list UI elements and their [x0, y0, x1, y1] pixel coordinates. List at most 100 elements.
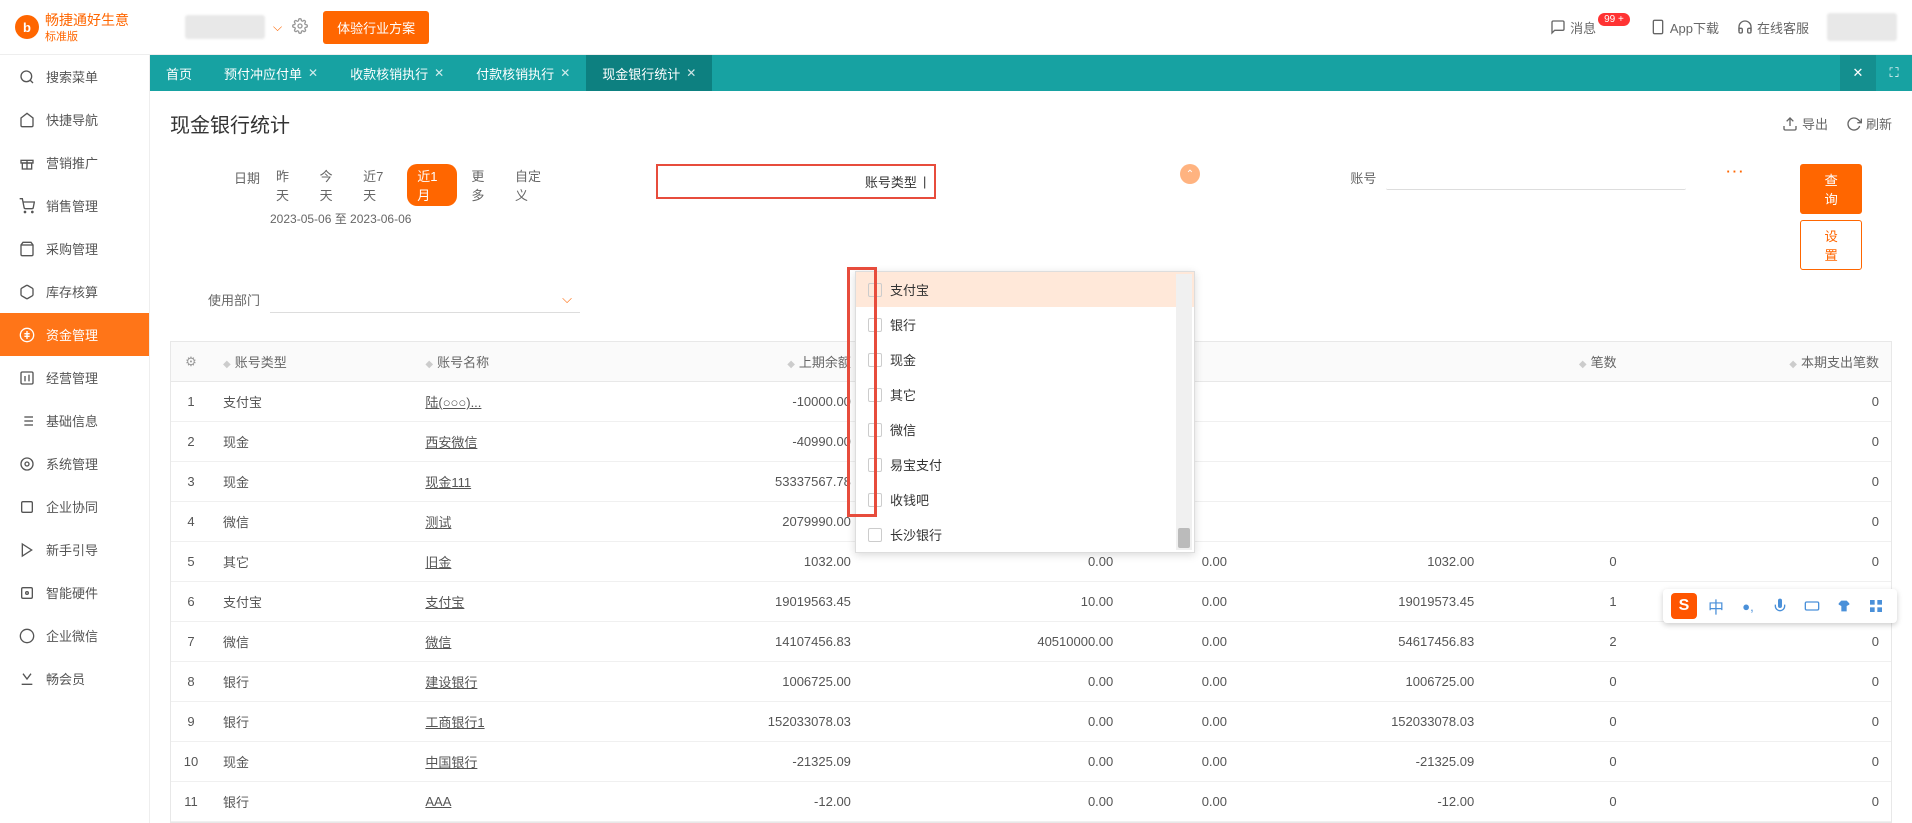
checkbox[interactable] [868, 458, 882, 472]
tab-close-icon[interactable]: ✕ [308, 66, 318, 80]
tab[interactable]: 收款核销执行✕ [334, 55, 460, 91]
account-link[interactable]: 支付宝 [425, 595, 464, 610]
dropdown-scrollbar[interactable] [1176, 274, 1192, 550]
date-option[interactable]: 昨天 [270, 164, 306, 206]
date-option[interactable]: 自定义 [509, 164, 556, 206]
sidebar-item-gear[interactable]: 系统管理 [0, 442, 149, 485]
tab-close-icon[interactable]: ✕ [434, 66, 444, 80]
account-link[interactable]: AAA [425, 794, 451, 809]
column-header[interactable]: ◆笔数 [1486, 342, 1628, 382]
dropdown-option[interactable]: 其它 [856, 377, 1194, 412]
settings-button[interactable]: 设置 [1800, 220, 1862, 270]
tab-close-icon[interactable]: ✕ [560, 66, 570, 80]
sidebar-item-money[interactable]: 资金管理 [0, 313, 149, 356]
sidebar-item-search[interactable]: 搜索菜单 [0, 55, 149, 98]
search-button[interactable]: 查询 [1800, 164, 1862, 214]
sidebar-item-guide[interactable]: 新手引导 [0, 528, 149, 571]
tab[interactable]: 首页 [150, 55, 208, 91]
ime-mic-icon[interactable] [1767, 593, 1793, 619]
account-link[interactable]: 工商银行1 [425, 715, 484, 730]
checkbox[interactable] [868, 528, 882, 542]
app-download-link[interactable]: App下载 [1650, 18, 1719, 37]
ime-skin-icon[interactable] [1831, 593, 1857, 619]
account-link[interactable]: 微信 [425, 635, 451, 650]
ime-lang-toggle[interactable]: 中 [1703, 593, 1729, 619]
dropdown-option[interactable]: 微信 [856, 412, 1194, 447]
dropdown-option[interactable]: 银行 [856, 307, 1194, 342]
sidebar-item-vip[interactable]: 畅会员 [0, 657, 149, 700]
export-button[interactable]: 导出 [1782, 114, 1828, 133]
date-option[interactable]: 近7天 [357, 164, 399, 206]
tab[interactable]: 现金银行统计✕ [586, 55, 712, 91]
date-option[interactable]: 今天 [314, 164, 350, 206]
table-row: 9银行工商银行1152033078.030.000.00152033078.03… [171, 702, 1891, 742]
tab[interactable]: 付款核销执行✕ [460, 55, 586, 91]
trial-button[interactable]: 体验行业方案 [323, 11, 429, 44]
table-row: 7微信微信14107456.8340510000.000.0054617456.… [171, 622, 1891, 662]
account-input[interactable] [1386, 164, 1686, 190]
scrollbar-thumb[interactable] [1178, 528, 1190, 548]
user-avatar-blurred[interactable] [1827, 13, 1897, 41]
sidebar-item-device[interactable]: 智能硬件 [0, 571, 149, 614]
checkbox[interactable] [868, 493, 882, 507]
dropdown-option[interactable]: 易宝支付 [856, 447, 1194, 482]
sidebar-item-bag[interactable]: 采购管理 [0, 227, 149, 270]
account-link[interactable]: 现金111 [425, 475, 471, 490]
sidebar-item-box[interactable]: 库存核算 [0, 270, 149, 313]
column-header[interactable]: ◆上期余额 [616, 342, 863, 382]
sidebar-item-label: 采购管理 [46, 239, 98, 258]
account-link[interactable]: 测试 [425, 515, 451, 530]
refresh-button[interactable]: 刷新 [1846, 114, 1892, 133]
tab[interactable]: 预付冲应付单✕ [208, 55, 334, 91]
fullscreen-button[interactable]: ⛶ [1876, 55, 1912, 91]
dept-select[interactable]: ⌵ [270, 286, 580, 313]
checkbox[interactable] [868, 423, 882, 437]
sidebar-item-wechat[interactable]: 企业微信 [0, 614, 149, 657]
dropdown-option[interactable]: 收钱吧 [856, 482, 1194, 517]
dropdown-option[interactable]: 支付宝 [856, 272, 1194, 307]
tab-close-icon[interactable]: ✕ [686, 66, 696, 80]
date-option[interactable]: 更多 [465, 164, 501, 206]
column-header[interactable]: ◆账号类型 [211, 342, 413, 382]
settings-icon[interactable] [292, 18, 308, 37]
sidebar: 搜索菜单快捷导航营销推广销售管理采购管理库存核算资金管理经营管理基础信息系统管理… [0, 55, 150, 823]
cell-out: 0 [1629, 542, 1891, 582]
messages-link[interactable]: 消息 99 + [1550, 18, 1632, 37]
column-header[interactable] [1239, 342, 1486, 382]
checkbox[interactable] [868, 318, 882, 332]
service-link[interactable]: 在线客服 [1737, 18, 1809, 37]
refresh-label: 刷新 [1866, 114, 1892, 133]
checkbox[interactable] [868, 353, 882, 367]
close-tab-button[interactable]: ✕ [1840, 55, 1876, 91]
checkbox[interactable] [868, 388, 882, 402]
dropdown-option[interactable]: 长沙银行 [856, 517, 1194, 552]
checkbox[interactable] [868, 283, 882, 297]
account-link[interactable]: 旧金 [425, 555, 451, 570]
more-filters[interactable]: ··· [1726, 164, 1745, 179]
sidebar-item-cart[interactable]: 销售管理 [0, 184, 149, 227]
account-link[interactable]: 西安微信 [425, 435, 477, 450]
sidebar-item-chart[interactable]: 经营管理 [0, 356, 149, 399]
ime-tools-icon[interactable] [1863, 593, 1889, 619]
account-link[interactable]: 建设银行 [425, 675, 477, 690]
account-link[interactable]: 陆(○○○)... [425, 395, 481, 410]
sidebar-item-gift[interactable]: 营销推广 [0, 141, 149, 184]
dept-label: 使用部门 [200, 286, 260, 309]
cell-name: 陆(○○○)... [413, 382, 615, 422]
dropdown-option[interactable]: 现金 [856, 342, 1194, 377]
account-type-select[interactable]: 账号类型 | [656, 164, 936, 199]
column-header[interactable]: ◆本期支出笔数 [1629, 342, 1891, 382]
account-link[interactable]: 中国银行 [425, 755, 477, 770]
sidebar-item-team[interactable]: 企业协同 [0, 485, 149, 528]
ime-logo-icon[interactable]: S [1671, 593, 1697, 619]
sidebar-item-home[interactable]: 快捷导航 [0, 98, 149, 141]
table-settings-icon[interactable]: ⚙ [171, 342, 211, 382]
ime-punct-icon[interactable]: ●, [1735, 593, 1761, 619]
date-option[interactable]: 近1月 [407, 164, 457, 206]
org-selector[interactable]: ⌵ [185, 15, 282, 39]
tabs-bar: 首页预付冲应付单✕收款核销执行✕付款核销执行✕现金银行统计✕ ✕ ⛶ [150, 55, 1912, 91]
column-header[interactable]: ◆账号名称 [413, 342, 615, 382]
ime-keyboard-icon[interactable] [1799, 593, 1825, 619]
collapse-filter-icon[interactable]: ⌃ [1180, 164, 1200, 184]
sidebar-item-list[interactable]: 基础信息 [0, 399, 149, 442]
